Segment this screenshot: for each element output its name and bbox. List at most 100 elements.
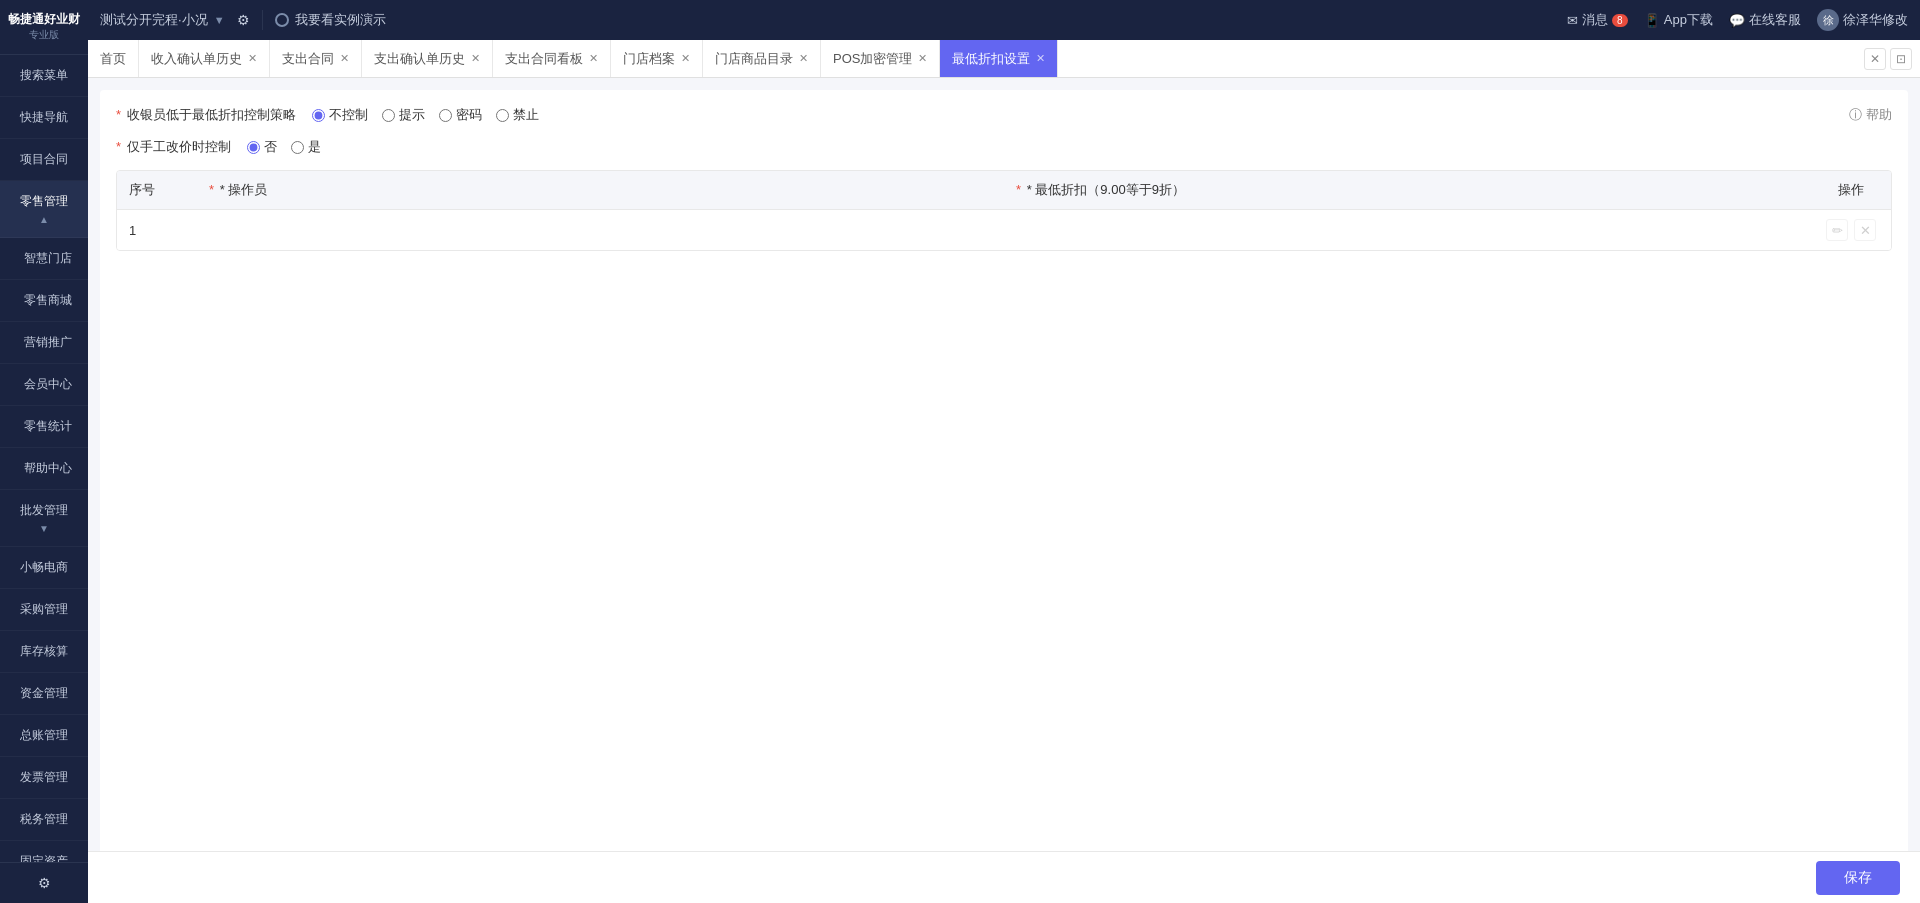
tabbar: 首页 收入确认单历史 ✕ 支出合同 ✕ 支出确认单历史 ✕ 支出合同看板 ✕ 门… [88,40,1920,78]
radio-no[interactable]: 否 [247,138,277,156]
message-button[interactable]: ✉ 消息 8 [1567,11,1628,29]
message-badge: 8 [1612,14,1628,27]
project-name: 测试分开完程·小况 [100,11,208,29]
tab-expand-button[interactable]: ⊡ [1890,48,1912,70]
radio-forbid-input[interactable] [496,109,509,122]
sidebar-item-retail-mall-label: 零售商城 [24,292,72,309]
sidebar-item-ecommerce[interactable]: 小畅电商 [0,547,88,589]
online-support-label: 在线客服 [1749,11,1801,29]
radio-no-input[interactable] [247,141,260,154]
help-link[interactable]: ⓘ 帮助 [1849,106,1892,124]
sidebar-item-tax[interactable]: 税务管理 [0,799,88,841]
app-logo: 畅捷通好业财 专业版 [0,0,88,55]
tab-pos-password[interactable]: POS加密管理 ✕ [821,40,940,77]
tab-store-product[interactable]: 门店商品目录 ✕ [703,40,821,77]
sidebar-item-smart-store-label: 智慧门店 [24,250,72,267]
sidebar-item-help[interactable]: 帮助中心 [0,448,88,490]
project-selector[interactable]: 测试分开完程·小况 ▼ [100,11,225,29]
table-row: 1 ✏ ✕ [117,210,1891,250]
sidebar-item-invoice[interactable]: 发票管理 [0,757,88,799]
radio-no-control[interactable]: 不控制 [312,106,368,124]
tab-home[interactable]: 首页 [88,40,139,77]
tab-payment-board-close[interactable]: ✕ [589,52,598,65]
help-icon: ⓘ [1849,106,1862,124]
radio-no-control-input[interactable] [312,109,325,122]
sidebar-item-ecommerce-label: 小畅电商 [20,559,68,576]
user-profile[interactable]: 徐 徐泽华修改 [1817,9,1908,31]
sidebar-item-marketing-label: 营销推广 [24,334,72,351]
sidebar-item-inventory[interactable]: 库存核算 [0,631,88,673]
tab-store-profile-close[interactable]: ✕ [681,52,690,65]
radio-forbid[interactable]: 禁止 [496,106,539,124]
wholesale-arrow: ▼ [39,523,49,534]
sidebar-item-ledger[interactable]: 总账管理 [0,715,88,757]
discount-table: 序号 * * 操作员 * * 最低折扣（9.00等于9折） 操作 [116,170,1892,251]
radio-remind-input[interactable] [382,109,395,122]
radio-yes[interactable]: 是 [291,138,321,156]
logo-title: 畅捷通好业财 [8,12,80,28]
radio-password-input[interactable] [439,109,452,122]
radio-password[interactable]: 密码 [439,106,482,124]
tab-payment-contract-close[interactable]: ✕ [340,52,349,65]
sidebar-item-wholesale-label: 批发管理 [20,502,68,519]
sidebar-item-member[interactable]: 会员中心 [0,364,88,406]
tab-payment-confirm-close[interactable]: ✕ [471,52,480,65]
sidebar-item-project[interactable]: 项目合同 [0,139,88,181]
settings-icon[interactable]: ⚙ [38,875,51,891]
tab-store-profile[interactable]: 门店档案 ✕ [611,40,703,77]
radio-password-label: 密码 [456,106,482,124]
sidebar-item-help-label: 帮助中心 [24,460,72,477]
sidebar-item-assets[interactable]: 固定资产 [0,841,88,862]
sidebar-item-tax-label: 税务管理 [20,811,68,828]
sidebar-item-purchase[interactable]: 采购管理 [0,589,88,631]
col-discount: * * 最低折扣（9.00等于9折） [1004,171,1811,209]
radio-yes-label: 是 [308,138,321,156]
tab-close-button[interactable]: ✕ [1864,48,1886,70]
demo-label: 我要看实例演示 [295,11,386,29]
radio-no-label: 否 [264,138,277,156]
td-seq: 1 [117,215,197,246]
tab-min-discount-close[interactable]: ✕ [1036,52,1045,65]
tab-pos-password-close[interactable]: ✕ [918,52,927,65]
tab-min-discount[interactable]: 最低折扣设置 ✕ [940,40,1058,77]
sidebar-item-capital-label: 资金管理 [20,685,68,702]
tab-payment-confirm[interactable]: 支出确认单历史 ✕ [362,40,493,77]
sidebar-item-wholesale[interactable]: 批发管理 ▼ [0,490,88,547]
tab-payment-contract-label: 支出合同 [282,50,334,68]
sidebar-item-marketing[interactable]: 营销推广 [0,322,88,364]
radio-yes-input[interactable] [291,141,304,154]
sidebar-settings[interactable]: ⚙ [0,862,88,903]
demo-button[interactable]: 我要看实例演示 [275,11,386,29]
app-download-button[interactable]: 📱 App下载 [1644,11,1713,29]
save-button[interactable]: 保存 [1816,861,1900,895]
tab-income-confirm-close[interactable]: ✕ [248,52,257,65]
tab-payment-contract[interactable]: 支出合同 ✕ [270,40,362,77]
row-edit-btn[interactable]: ✏ [1826,219,1848,241]
required-star-2: * [116,139,121,154]
tab-income-confirm[interactable]: 收入确认单历史 ✕ [139,40,270,77]
sidebar-item-invoice-label: 发票管理 [20,769,68,786]
row-delete-btn[interactable]: ✕ [1854,219,1876,241]
sidebar-item-retail-stats[interactable]: 零售统计 [0,406,88,448]
tab-store-product-close[interactable]: ✕ [799,52,808,65]
sidebar-item-project-label: 项目合同 [20,151,68,168]
sidebar-item-member-label: 会员中心 [24,376,72,393]
sidebar-item-shortcut[interactable]: 快捷导航 [0,97,88,139]
tab-min-discount-label: 最低折扣设置 [952,50,1030,68]
col-seq-label: 序号 [129,182,155,197]
retail-arrow: ▲ [39,214,49,225]
username: 徐泽华修改 [1843,11,1908,29]
sidebar-item-ledger-label: 总账管理 [20,727,68,744]
topbar-settings-icon[interactable]: ⚙ [237,12,250,28]
tab-payment-board[interactable]: 支出合同看板 ✕ [493,40,611,77]
sidebar-item-smart-store[interactable]: 智慧门店 [0,238,88,280]
sidebar-item-retail-mall[interactable]: 零售商城 [0,280,88,322]
user-avatar: 徐 [1817,9,1839,31]
online-support-button[interactable]: 💬 在线客服 [1729,11,1801,29]
message-label: 消息 [1582,11,1608,29]
sidebar-item-search[interactable]: 搜索菜单 [0,55,88,97]
radio-remind[interactable]: 提示 [382,106,425,124]
sidebar-item-capital[interactable]: 资金管理 [0,673,88,715]
col-discount-label: * 最低折扣（9.00等于9折） [1027,182,1185,197]
sidebar-item-retail[interactable]: 零售管理 ▲ [0,181,88,238]
